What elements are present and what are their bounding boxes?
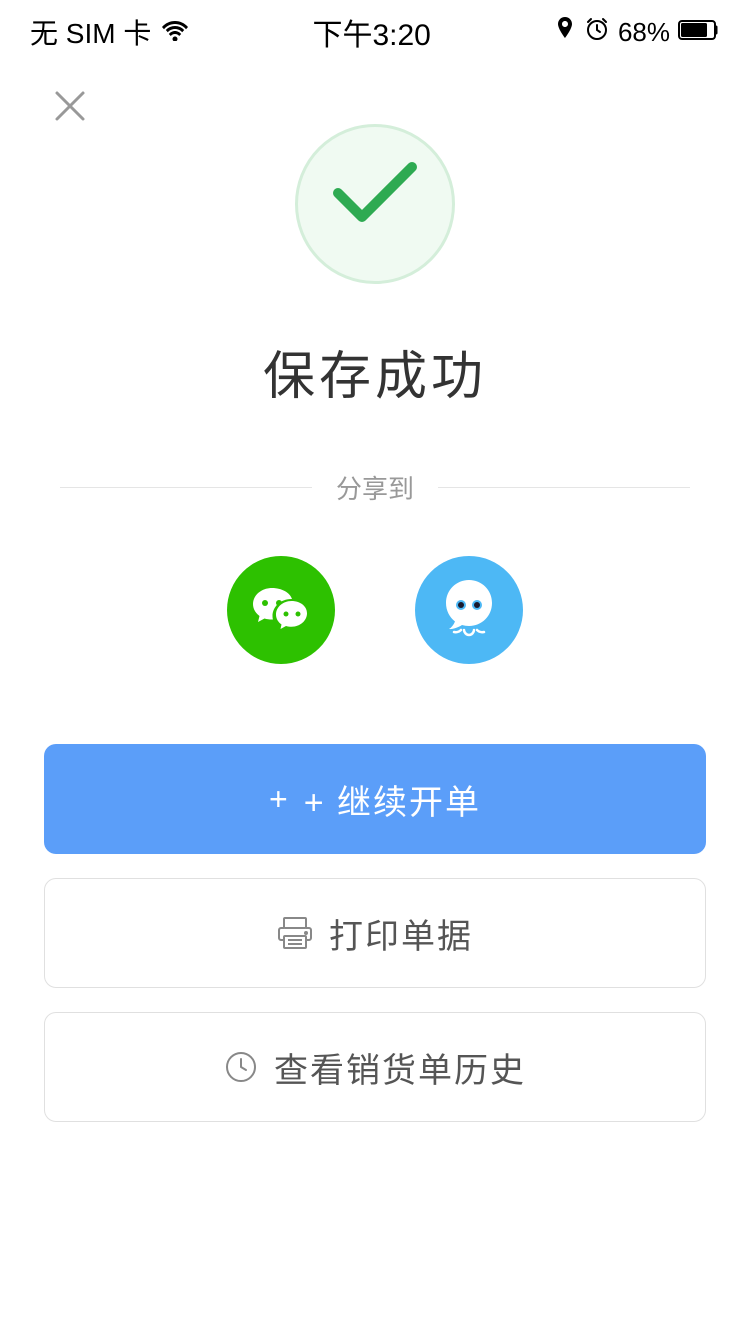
location-icon — [554, 16, 576, 49]
history-label: 查看销货单历史 — [274, 1043, 526, 1092]
share-wechat-button[interactable] — [227, 556, 335, 664]
status-left: 无 SIM 卡 — [30, 12, 189, 52]
continue-label: + 继续开单 — [304, 775, 481, 824]
main-content: 保存成功 分享到 — [0, 64, 750, 1122]
share-label: 分享到 — [312, 469, 438, 506]
print-label: 打印单据 — [329, 909, 473, 958]
print-button[interactable]: 打印单据 — [44, 878, 706, 988]
status-bar: 无 SIM 卡 下午3:20 68% — [0, 0, 750, 64]
divider-line-left — [60, 487, 312, 488]
plus-icon: + — [269, 781, 288, 818]
share-divider: 分享到 — [0, 469, 750, 506]
wifi-icon — [161, 16, 189, 48]
battery-icon — [678, 17, 720, 48]
clock-icon — [224, 1050, 258, 1084]
success-title: 保存成功 — [263, 334, 487, 409]
success-icon — [295, 124, 455, 284]
printer-icon — [277, 916, 313, 950]
share-icons — [227, 556, 523, 664]
status-right: 68% — [554, 16, 720, 49]
action-buttons: + + 继续开单 打印单据 — [0, 744, 750, 1122]
continue-button[interactable]: + + 继续开单 — [44, 744, 706, 854]
close-button[interactable] — [44, 80, 96, 132]
divider-line-right — [438, 487, 690, 488]
battery-label: 68% — [618, 17, 670, 48]
share-qq-button[interactable] — [415, 556, 523, 664]
checkmark-icon — [330, 155, 420, 245]
history-button[interactable]: 查看销货单历史 — [44, 1012, 706, 1122]
carrier-label: 无 SIM 卡 — [30, 12, 151, 52]
status-time: 下午3:20 — [312, 10, 430, 54]
alarm-icon — [584, 16, 610, 49]
